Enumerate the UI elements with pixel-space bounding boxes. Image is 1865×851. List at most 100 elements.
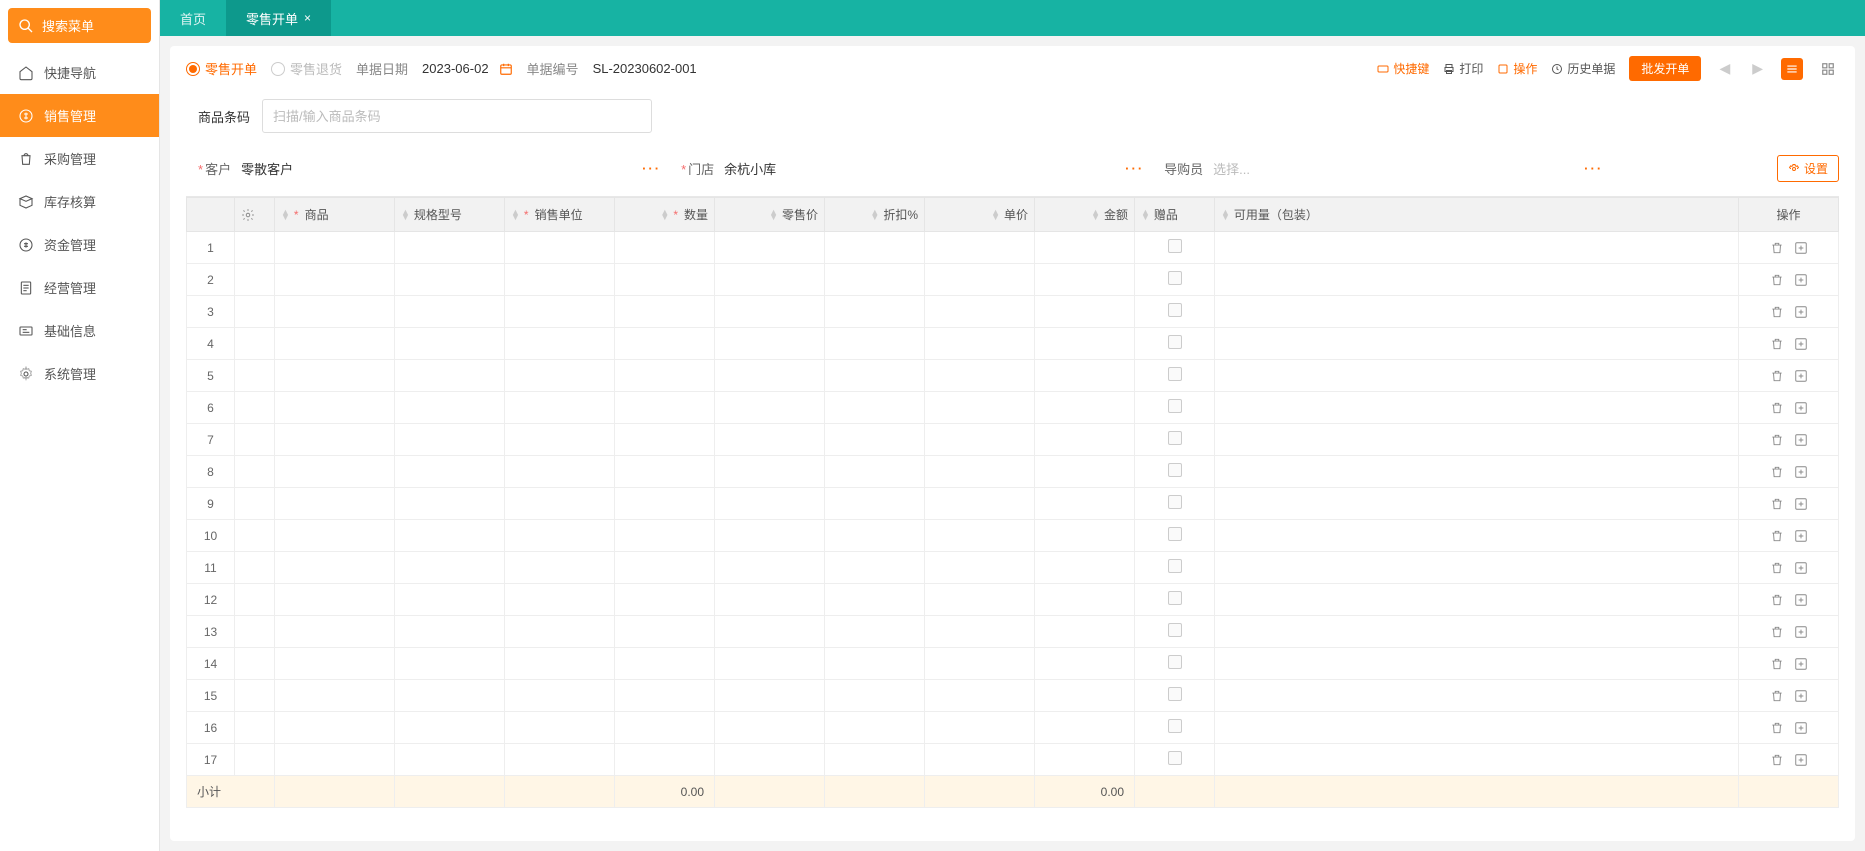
col-retail[interactable]: ▲▼零售价	[715, 198, 825, 232]
table-row[interactable]: 6	[187, 392, 1839, 424]
radio-retail-order[interactable]: 零售开单	[186, 59, 257, 78]
checkbox-icon[interactable]	[1168, 687, 1182, 701]
table-row[interactable]: 8	[187, 456, 1839, 488]
checkbox-icon[interactable]	[1168, 303, 1182, 317]
checkbox-icon[interactable]	[1168, 719, 1182, 733]
table-row[interactable]: 3	[187, 296, 1839, 328]
gift-cell[interactable]	[1135, 328, 1215, 360]
delete-icon[interactable]	[1770, 241, 1784, 255]
delete-icon[interactable]	[1770, 465, 1784, 479]
store-field[interactable]: *门店 余杭小库 ···	[681, 159, 1144, 178]
gift-cell[interactable]	[1135, 552, 1215, 584]
add-row-icon[interactable]	[1794, 241, 1808, 255]
checkbox-icon[interactable]	[1168, 527, 1182, 541]
delete-icon[interactable]	[1770, 625, 1784, 639]
delete-icon[interactable]	[1770, 593, 1784, 607]
barcode-input[interactable]	[262, 99, 652, 133]
shortcut-link[interactable]: 快捷键	[1377, 60, 1429, 77]
add-row-icon[interactable]	[1794, 657, 1808, 671]
add-row-icon[interactable]	[1794, 497, 1808, 511]
checkbox-icon[interactable]	[1168, 559, 1182, 573]
gift-cell[interactable]	[1135, 296, 1215, 328]
checkbox-icon[interactable]	[1168, 239, 1182, 253]
nav-finance[interactable]: 资金管理	[0, 223, 159, 266]
col-discount[interactable]: ▲▼折扣%	[825, 198, 925, 232]
add-row-icon[interactable]	[1794, 529, 1808, 543]
col-available[interactable]: ▲▼可用量（包装）	[1215, 198, 1739, 232]
checkbox-icon[interactable]	[1168, 623, 1182, 637]
table-row[interactable]: 15	[187, 680, 1839, 712]
table-row[interactable]: 16	[187, 712, 1839, 744]
nav-purchase[interactable]: 采购管理	[0, 137, 159, 180]
gift-cell[interactable]	[1135, 520, 1215, 552]
table-row[interactable]: 11	[187, 552, 1839, 584]
gift-cell[interactable]	[1135, 264, 1215, 296]
nav-business[interactable]: 经营管理	[0, 266, 159, 309]
delete-icon[interactable]	[1770, 433, 1784, 447]
add-row-icon[interactable]	[1794, 305, 1808, 319]
add-row-icon[interactable]	[1794, 689, 1808, 703]
checkbox-icon[interactable]	[1168, 367, 1182, 381]
gift-cell[interactable]	[1135, 616, 1215, 648]
history-link[interactable]: 历史单据	[1551, 60, 1615, 77]
add-row-icon[interactable]	[1794, 593, 1808, 607]
add-row-icon[interactable]	[1794, 273, 1808, 287]
add-row-icon[interactable]	[1794, 625, 1808, 639]
add-row-icon[interactable]	[1794, 561, 1808, 575]
delete-icon[interactable]	[1770, 273, 1784, 287]
add-row-icon[interactable]	[1794, 753, 1808, 767]
checkbox-icon[interactable]	[1168, 495, 1182, 509]
col-amount[interactable]: ▲▼金额	[1035, 198, 1135, 232]
tab-close-icon[interactable]: ×	[304, 11, 311, 25]
nav-sales[interactable]: 销售管理	[0, 94, 159, 137]
tab-retail-order[interactable]: 零售开单 ×	[226, 0, 331, 36]
table-row[interactable]: 17	[187, 744, 1839, 776]
gift-cell[interactable]	[1135, 360, 1215, 392]
checkbox-icon[interactable]	[1168, 431, 1182, 445]
delete-icon[interactable]	[1770, 529, 1784, 543]
col-price[interactable]: ▲▼单价	[925, 198, 1035, 232]
guide-field[interactable]: 导购员 选择... ···	[1164, 159, 1603, 178]
table-row[interactable]: 4	[187, 328, 1839, 360]
tab-home[interactable]: 首页	[160, 0, 226, 36]
prev-arrow-icon[interactable]: ◀	[1715, 60, 1734, 77]
delete-icon[interactable]	[1770, 337, 1784, 351]
delete-icon[interactable]	[1770, 305, 1784, 319]
checkbox-icon[interactable]	[1168, 751, 1182, 765]
table-row[interactable]: 1	[187, 232, 1839, 264]
delete-icon[interactable]	[1770, 497, 1784, 511]
list-view-icon[interactable]	[1781, 58, 1803, 80]
more-icon[interactable]: ···	[642, 161, 661, 176]
gift-cell[interactable]	[1135, 456, 1215, 488]
checkbox-icon[interactable]	[1168, 463, 1182, 477]
delete-icon[interactable]	[1770, 561, 1784, 575]
search-menu-button[interactable]: 搜索菜单	[8, 8, 151, 43]
bulk-order-button[interactable]: 批发开单	[1629, 56, 1701, 81]
add-row-icon[interactable]	[1794, 401, 1808, 415]
more-icon[interactable]: ···	[1125, 161, 1144, 176]
nav-system[interactable]: 系统管理	[0, 352, 159, 395]
table-row[interactable]: 2	[187, 264, 1839, 296]
table-row[interactable]: 13	[187, 616, 1839, 648]
gift-cell[interactable]	[1135, 424, 1215, 456]
radio-retail-return[interactable]: 零售退货	[271, 59, 342, 78]
checkbox-icon[interactable]	[1168, 655, 1182, 669]
add-row-icon[interactable]	[1794, 721, 1808, 735]
table-row[interactable]: 7	[187, 424, 1839, 456]
delete-icon[interactable]	[1770, 657, 1784, 671]
gift-cell[interactable]	[1135, 648, 1215, 680]
nav-baseinfo[interactable]: 基础信息	[0, 309, 159, 352]
checkbox-icon[interactable]	[1168, 335, 1182, 349]
table-row[interactable]: 10	[187, 520, 1839, 552]
table-row[interactable]: 12	[187, 584, 1839, 616]
gift-cell[interactable]	[1135, 488, 1215, 520]
table-row[interactable]: 9	[187, 488, 1839, 520]
nav-inventory[interactable]: 库存核算	[0, 180, 159, 223]
gift-cell[interactable]	[1135, 392, 1215, 424]
gift-cell[interactable]	[1135, 680, 1215, 712]
col-spec[interactable]: ▲▼规格型号	[395, 198, 505, 232]
delete-icon[interactable]	[1770, 689, 1784, 703]
add-row-icon[interactable]	[1794, 465, 1808, 479]
settings-button[interactable]: 设置	[1777, 155, 1839, 182]
customer-field[interactable]: *客户 零散客户 ···	[198, 159, 661, 178]
